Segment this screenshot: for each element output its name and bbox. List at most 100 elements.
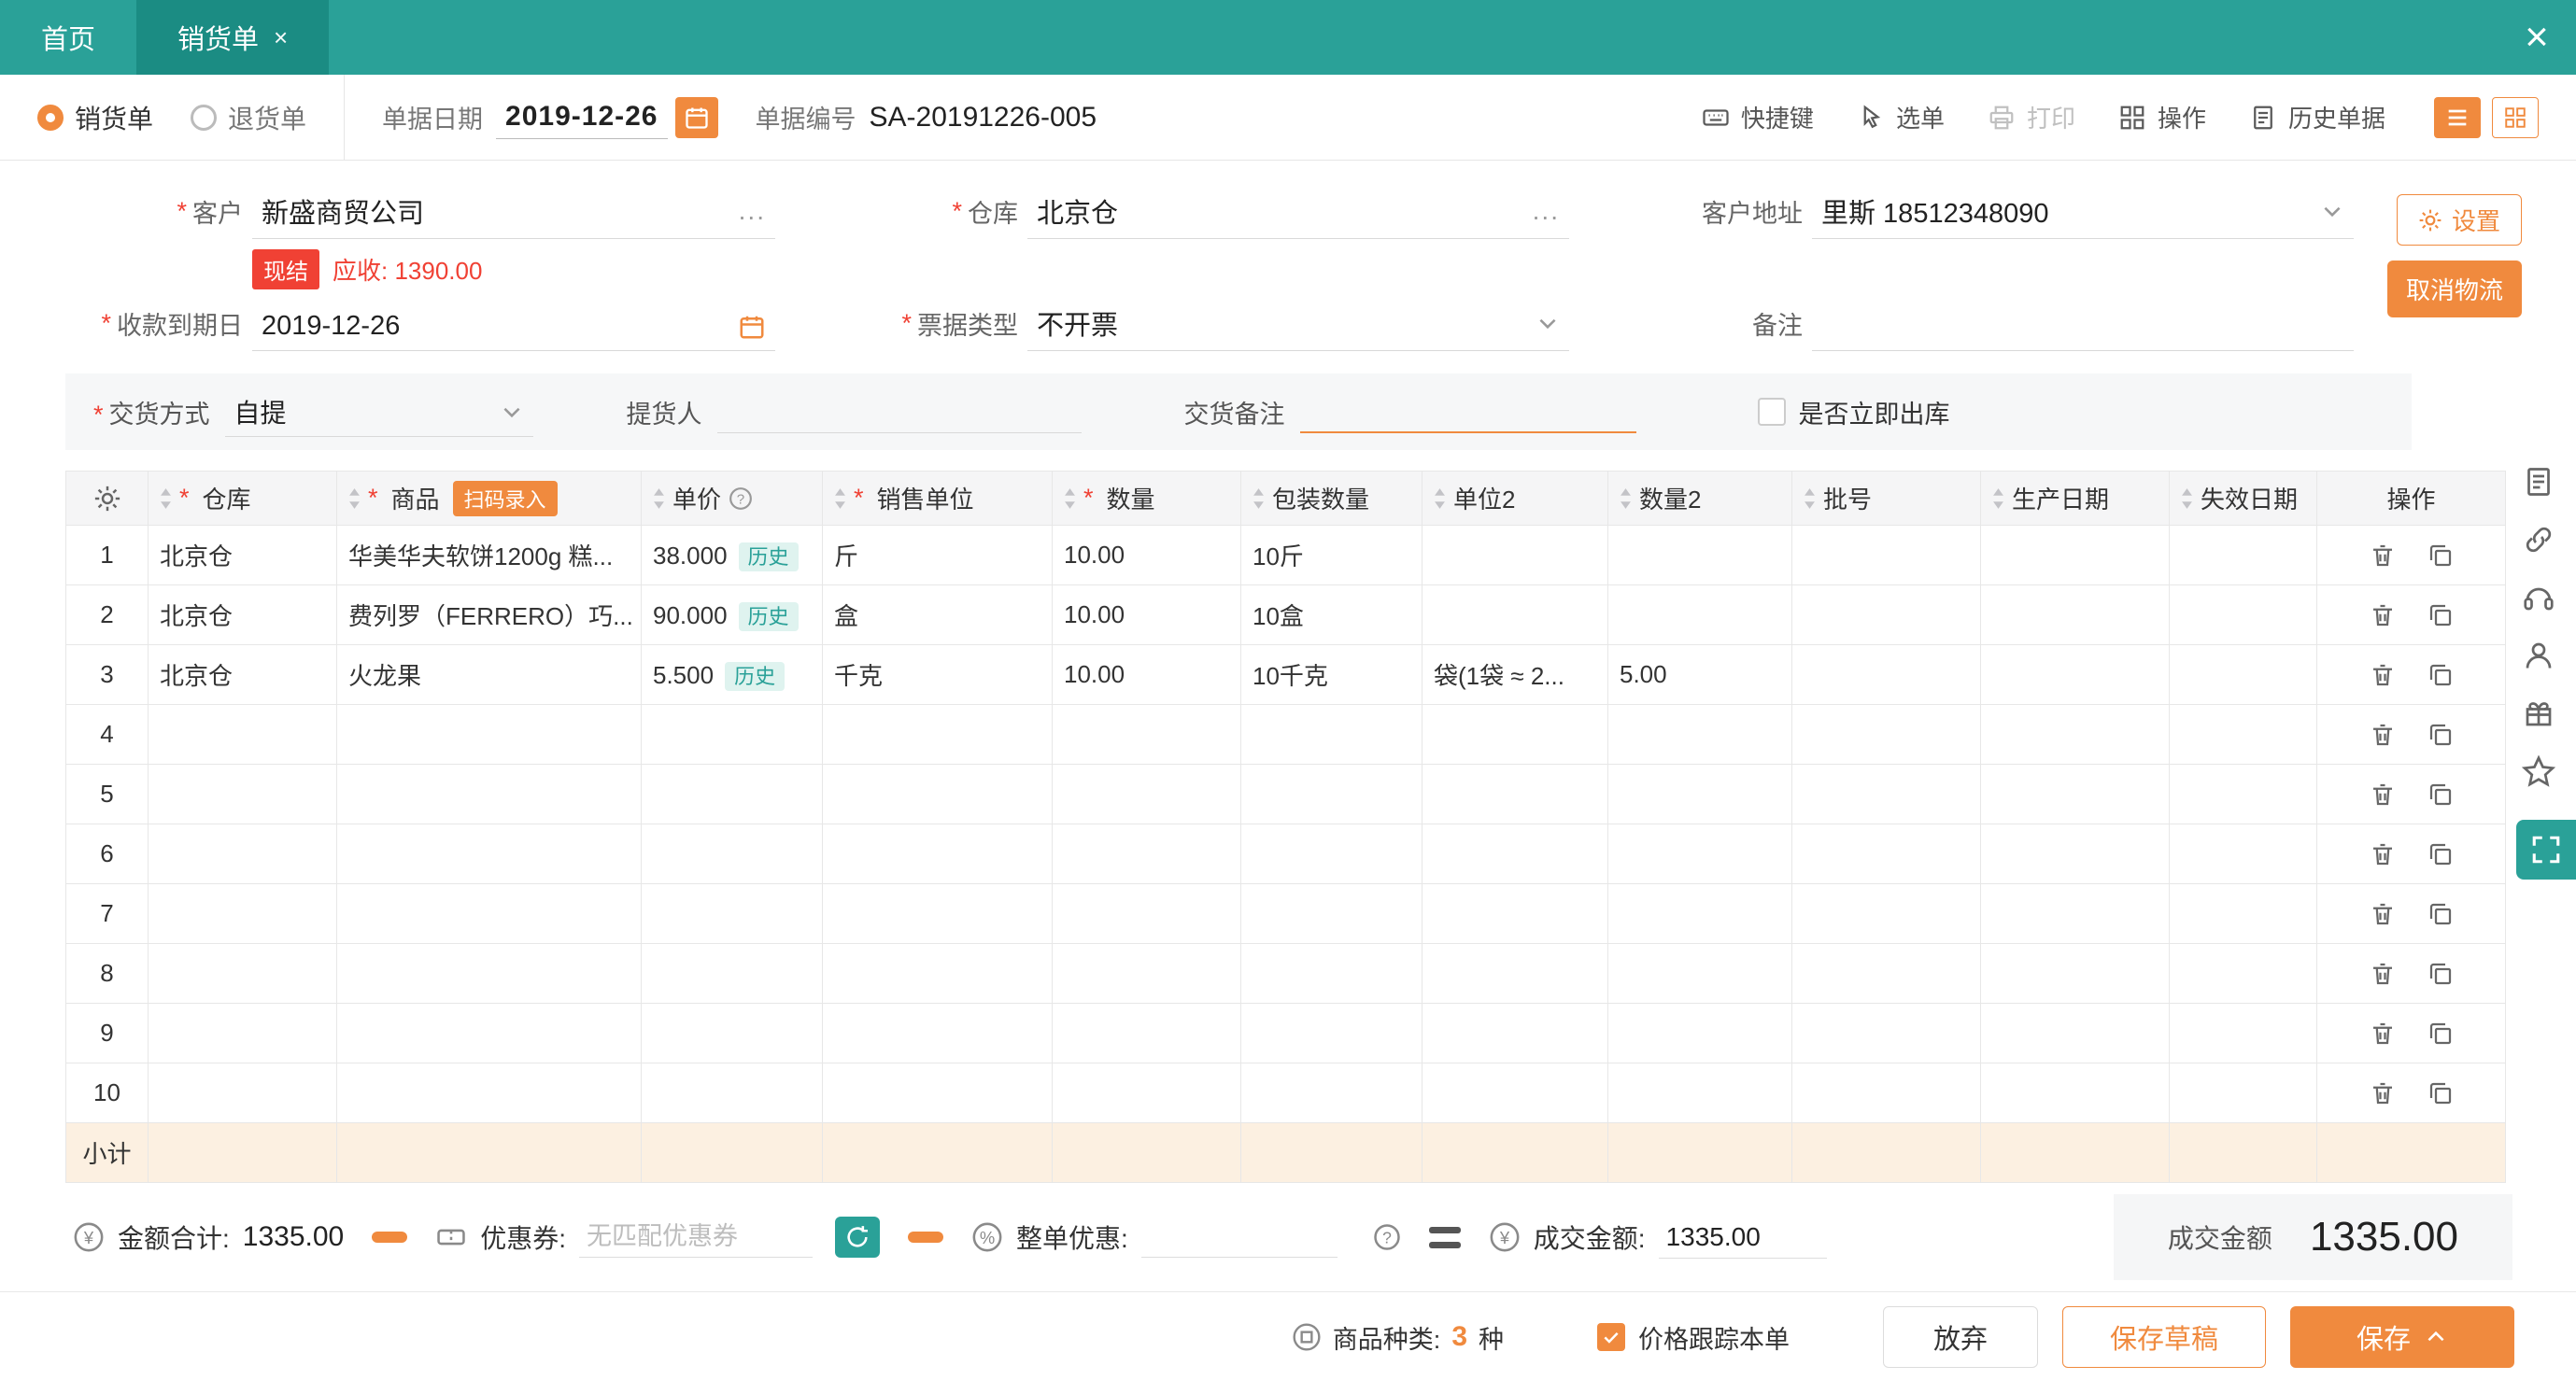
cell-qty2[interactable]: [1607, 525, 1792, 585]
cell-qty2[interactable]: [1607, 704, 1792, 765]
cell-pack-qty[interactable]: [1240, 824, 1422, 884]
cell-product[interactable]: [336, 824, 642, 884]
radio-sales-order[interactable]: 销货单: [37, 99, 153, 136]
cell-qty[interactable]: [1052, 883, 1241, 944]
star-icon[interactable]: [2522, 754, 2555, 788]
cell-qty2[interactable]: [1607, 883, 1792, 944]
grid-view-toggle[interactable]: [2492, 96, 2539, 138]
cell-product[interactable]: [336, 1063, 642, 1123]
cell-exp-date[interactable]: [2169, 644, 2317, 705]
cell-exp-date[interactable]: [2169, 824, 2317, 884]
scan-entry-badge[interactable]: 扫码录入: [452, 480, 558, 516]
cell-exp-date[interactable]: [2169, 1063, 2317, 1123]
history-docs-button[interactable]: 历史单据: [2249, 100, 2385, 134]
cell-mfg-date[interactable]: [1980, 883, 2170, 944]
cell-unit2[interactable]: [1422, 883, 1608, 944]
expand-panel-button[interactable]: [2516, 820, 2576, 880]
delete-row-button[interactable]: [2367, 898, 2399, 930]
cell-unit[interactable]: [822, 1003, 1053, 1063]
cell-unit[interactable]: 千克: [822, 644, 1053, 705]
sort-icon[interactable]: [160, 487, 172, 510]
cell-qty[interactable]: [1052, 764, 1241, 824]
help-icon[interactable]: [1373, 1223, 1401, 1251]
cell-qty2[interactable]: [1607, 584, 1792, 645]
copy-row-button[interactable]: [2425, 599, 2456, 631]
price-history-badge[interactable]: 历史: [725, 661, 786, 691]
column-settings-header[interactable]: [65, 471, 149, 526]
delivery-remark-input[interactable]: [1309, 396, 1627, 426]
cell-pack-qty[interactable]: [1240, 1003, 1422, 1063]
sort-icon[interactable]: [1064, 487, 1076, 510]
cell-pack-qty[interactable]: [1240, 883, 1422, 944]
cell-mfg-date[interactable]: [1980, 525, 2170, 585]
cell-product[interactable]: 费列罗（FERRERO）巧...: [336, 584, 642, 645]
delete-row-button[interactable]: [2367, 659, 2399, 691]
cell-unit2[interactable]: [1422, 943, 1608, 1004]
cell-exp-date[interactable]: [2169, 764, 2317, 824]
copy-row-button[interactable]: [2425, 958, 2456, 990]
delivery-remark-field[interactable]: [1299, 390, 1636, 433]
cell-batch[interactable]: [1791, 883, 1981, 944]
cell-mfg-date[interactable]: [1980, 1063, 2170, 1123]
cell-price[interactable]: [641, 1003, 823, 1063]
window-close-icon[interactable]: ×: [2498, 0, 2576, 75]
cell-pack-qty[interactable]: [1240, 764, 1422, 824]
notes-icon[interactable]: [2522, 465, 2555, 499]
radio-return-order[interactable]: 退货单: [191, 99, 306, 136]
cell-mfg-date[interactable]: [1980, 824, 2170, 884]
copy-row-button[interactable]: [2425, 719, 2456, 751]
cell-batch[interactable]: [1791, 584, 1981, 645]
sort-icon[interactable]: [348, 487, 361, 510]
cell-mfg-date[interactable]: [1980, 704, 2170, 765]
tab-sales-order[interactable]: 销货单 ×: [136, 0, 330, 75]
col-header-unit[interactable]: * 销售单位: [822, 471, 1053, 526]
sort-icon[interactable]: [834, 487, 846, 510]
cell-batch[interactable]: [1791, 644, 1981, 705]
due-date-field[interactable]: 2019-12-26: [252, 306, 775, 351]
cell-warehouse[interactable]: [148, 1003, 337, 1063]
cell-qty2[interactable]: [1607, 824, 1792, 884]
cell-unit2[interactable]: [1422, 1063, 1608, 1123]
tab-close-icon[interactable]: ×: [274, 23, 288, 52]
price-history-badge[interactable]: 历史: [738, 601, 799, 631]
copy-row-button[interactable]: [2425, 659, 2456, 691]
cell-exp-date[interactable]: [2169, 584, 2317, 645]
copy-row-button[interactable]: [2425, 898, 2456, 930]
cell-exp-date[interactable]: [2169, 943, 2317, 1004]
cell-unit2[interactable]: [1422, 824, 1608, 884]
cell-batch[interactable]: [1791, 1063, 1981, 1123]
cell-batch[interactable]: [1791, 824, 1981, 884]
sort-icon[interactable]: [2181, 487, 2193, 510]
cell-product[interactable]: [336, 1003, 642, 1063]
cell-warehouse[interactable]: 北京仓: [148, 644, 337, 705]
settings-button[interactable]: 设置: [2396, 194, 2522, 246]
cell-unit[interactable]: 斤: [822, 525, 1053, 585]
save-button[interactable]: 保存: [2290, 1306, 2514, 1368]
doc-date-calendar-button[interactable]: [674, 96, 718, 138]
delete-row-button[interactable]: [2367, 599, 2399, 631]
cell-price[interactable]: [641, 824, 823, 884]
tab-home[interactable]: 首页: [0, 0, 136, 75]
cell-price[interactable]: 5.500 历史: [641, 644, 823, 705]
cell-qty[interactable]: [1052, 1003, 1241, 1063]
cell-mfg-date[interactable]: [1980, 764, 2170, 824]
gift-icon[interactable]: [2522, 697, 2555, 730]
order-discount-input[interactable]: [1140, 1217, 1338, 1258]
cell-warehouse[interactable]: 北京仓: [148, 525, 337, 585]
cell-pack-qty[interactable]: 10盒: [1240, 584, 1422, 645]
cell-product[interactable]: [336, 704, 642, 765]
cell-qty2[interactable]: [1607, 943, 1792, 1004]
picker-field[interactable]: [716, 391, 1082, 433]
operations-button[interactable]: 操作: [2118, 100, 2206, 134]
price-history-badge[interactable]: 历史: [738, 542, 799, 571]
shortcut-keys-button[interactable]: 快捷键: [1702, 100, 1814, 134]
cell-batch[interactable]: [1791, 525, 1981, 585]
cell-qty[interactable]: 10.00: [1052, 525, 1241, 585]
cell-qty[interactable]: [1052, 943, 1241, 1004]
cell-unit2[interactable]: [1422, 1003, 1608, 1063]
cell-exp-date[interactable]: [2169, 704, 2317, 765]
cell-price[interactable]: [641, 764, 823, 824]
sort-icon[interactable]: [1620, 487, 1632, 510]
col-header-pack-qty[interactable]: 包装数量: [1240, 471, 1422, 526]
select-order-button[interactable]: 选单: [1857, 100, 1945, 134]
